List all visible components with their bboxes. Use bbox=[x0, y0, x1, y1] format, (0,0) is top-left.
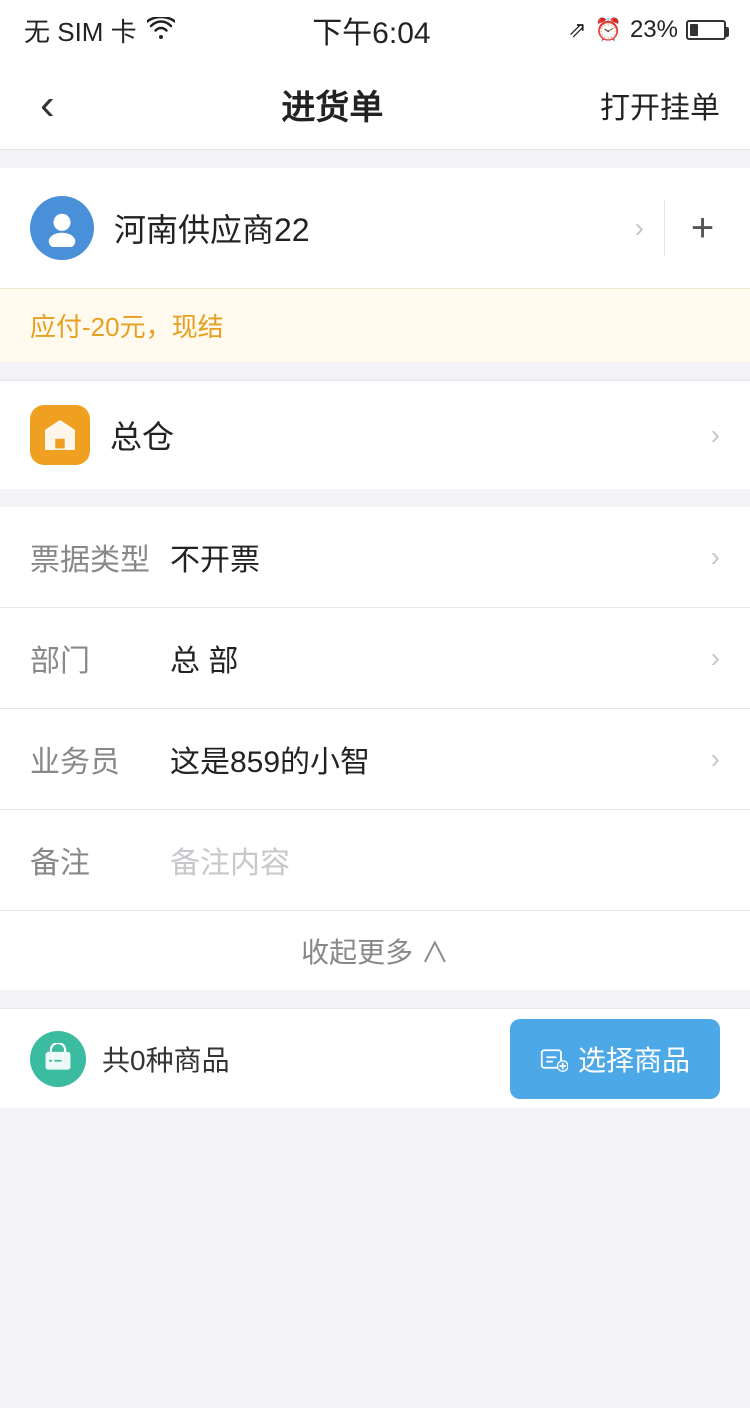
invoice-type-row[interactable]: 票据类型 不开票 › bbox=[0, 507, 750, 607]
department-label: 部门 bbox=[30, 636, 170, 680]
department-row[interactable]: 部门 总 部 › bbox=[0, 607, 750, 708]
back-button[interactable]: ‹ bbox=[30, 70, 65, 140]
remark-row[interactable]: 备注 备注内容 bbox=[0, 809, 750, 910]
info-banner-text: 应付-20元，现结 bbox=[30, 312, 224, 342]
supplier-section: 河南供应商22 › + 应付-20元，现结 bbox=[0, 168, 750, 362]
warehouse-name: 总仓 bbox=[110, 412, 711, 458]
nav-bar: ‹ 进货单 打开挂单 bbox=[0, 60, 750, 150]
salesperson-label: 业务员 bbox=[30, 737, 170, 781]
cart-icon bbox=[42, 1043, 74, 1075]
gray-area bbox=[0, 1108, 750, 1408]
open-pending-button[interactable]: 打开挂单 bbox=[600, 83, 720, 127]
select-product-icon bbox=[540, 1045, 568, 1073]
status-bar: 无 SIM 卡 下午6:04 ⇗ ⏰ 23% bbox=[0, 0, 750, 60]
status-right: ⇗ ⏰ 23% bbox=[568, 16, 726, 44]
product-count-text: 共0种商品 bbox=[102, 1039, 510, 1079]
department-value: 总 部 bbox=[170, 636, 711, 680]
carrier-text: 无 SIM 卡 bbox=[24, 12, 137, 49]
location-icon: ⇗ bbox=[568, 17, 586, 43]
status-carrier: 无 SIM 卡 bbox=[24, 12, 175, 49]
divider-3 bbox=[0, 489, 750, 507]
page-title: 进货单 bbox=[281, 80, 383, 129]
warehouse-icon-container bbox=[30, 405, 90, 465]
product-count-icon-container bbox=[30, 1031, 86, 1087]
invoice-type-chevron: › bbox=[711, 541, 720, 573]
alarm-icon: ⏰ bbox=[595, 17, 622, 43]
add-supplier-button[interactable]: + bbox=[664, 200, 720, 256]
supplier-avatar bbox=[30, 196, 94, 260]
battery-percent: 23% bbox=[630, 16, 678, 44]
collapse-more-button[interactable]: 收起更多 ∧ bbox=[0, 910, 750, 990]
warehouse-chevron-icon: › bbox=[711, 419, 720, 451]
supplier-name: 河南供应商22 bbox=[114, 205, 635, 251]
supplier-chevron-icon: › bbox=[635, 212, 644, 244]
salesperson-row[interactable]: 业务员 这是859的小智 › bbox=[0, 708, 750, 809]
form-section: 票据类型 不开票 › 部门 总 部 › 业务员 这是859的小智 › 备注 备注… bbox=[0, 507, 750, 990]
invoice-type-value: 不开票 bbox=[170, 535, 711, 579]
salesperson-value: 这是859的小智 bbox=[170, 737, 711, 781]
warehouse-icon bbox=[43, 418, 77, 452]
person-icon bbox=[43, 209, 81, 247]
warehouse-row[interactable]: 总仓 › bbox=[0, 380, 750, 489]
divider-1 bbox=[0, 150, 750, 168]
department-chevron: › bbox=[711, 642, 720, 674]
remark-placeholder: 备注内容 bbox=[170, 838, 720, 882]
battery-icon bbox=[686, 20, 726, 40]
supplier-row[interactable]: 河南供应商22 › + bbox=[0, 168, 750, 288]
select-product-label: 选择商品 bbox=[578, 1039, 690, 1079]
status-time: 下午6:04 bbox=[312, 8, 430, 52]
remark-label: 备注 bbox=[30, 838, 170, 882]
bottom-bar: 共0种商品 选择商品 bbox=[0, 1008, 750, 1108]
salesperson-chevron: › bbox=[711, 743, 720, 775]
collapse-more-label: 收起更多 ∧ bbox=[301, 931, 449, 971]
select-product-button[interactable]: 选择商品 bbox=[510, 1019, 720, 1099]
invoice-type-label: 票据类型 bbox=[30, 535, 170, 579]
divider-2 bbox=[0, 362, 750, 380]
wifi-icon bbox=[147, 15, 175, 46]
info-banner: 应付-20元，现结 bbox=[0, 288, 750, 362]
